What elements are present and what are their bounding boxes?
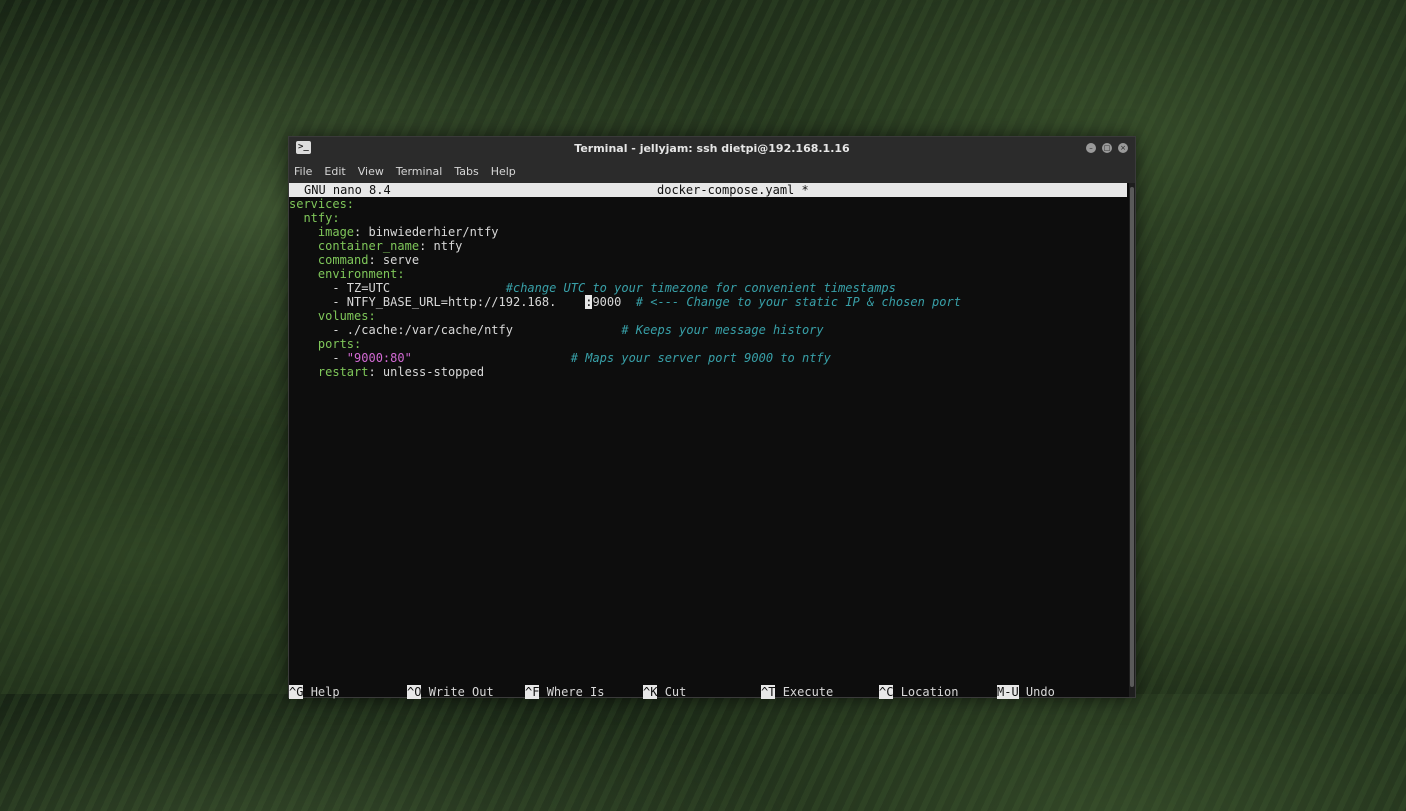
shortcut-help[interactable]: ^G Help	[289, 685, 340, 699]
window-title: Terminal - jellyjam: ssh dietpi@192.168.…	[574, 142, 850, 155]
code-line[interactable]: - "9000:80" # Maps your server port 9000…	[289, 351, 1127, 365]
close-icon[interactable]: ×	[1118, 143, 1128, 153]
code-line[interactable]: image: binwiederhier/ntfy	[289, 225, 1127, 239]
shortcut-where-is[interactable]: ^F Where Is	[525, 685, 604, 699]
nano-header: GNU nano 8.4 docker-compose.yaml *	[289, 183, 1127, 197]
terminal-window[interactable]: >_ Terminal - jellyjam: ssh dietpi@192.1…	[288, 136, 1136, 699]
scrollbar-thumb[interactable]	[1130, 187, 1134, 687]
code-line[interactable]: environment:	[289, 267, 1127, 281]
shortcut-undo[interactable]: M-U Undo	[997, 685, 1055, 699]
code-line[interactable]: - TZ=UTC #change UTC to your timezone fo…	[289, 281, 1127, 295]
nano-version: GNU nano 8.4	[304, 183, 391, 197]
menu-edit[interactable]: Edit	[318, 161, 351, 178]
menu-file[interactable]: File	[289, 161, 318, 178]
code-line[interactable]: container_name: ntfy	[289, 239, 1127, 253]
shortcut-execute[interactable]: ^T Execute	[761, 685, 833, 699]
scrollbar[interactable]	[1129, 183, 1135, 697]
menu-terminal[interactable]: Terminal	[390, 161, 449, 178]
code-line[interactable]: volumes:	[289, 309, 1127, 323]
menu-help[interactable]: Help	[485, 161, 522, 178]
shortcut-location[interactable]: ^C Location	[879, 685, 958, 699]
code-line[interactable]: command: serve	[289, 253, 1127, 267]
code-line[interactable]: restart: unless-stopped	[289, 365, 1127, 379]
nano-shortcut-bar: ^G Help ^O Write Out ^F Where Is ^K Cut …	[289, 685, 1055, 811]
title-bar[interactable]: >_ Terminal - jellyjam: ssh dietpi@192.1…	[289, 137, 1135, 161]
maximize-icon[interactable]: □	[1102, 143, 1112, 153]
code-line[interactable]: services:	[289, 197, 1127, 211]
code-line[interactable]: - NTFY_BASE_URL=http://192.168. :9000 # …	[289, 295, 1127, 309]
nano-editor[interactable]: GNU nano 8.4 docker-compose.yaml * servi…	[289, 183, 1127, 697]
menu-tabs[interactable]: Tabs	[448, 161, 484, 178]
shortcut-write-out[interactable]: ^O Write Out	[407, 685, 494, 699]
menu-view[interactable]: View	[352, 161, 390, 178]
menu-bar: File Edit View Terminal Tabs Help	[289, 161, 1135, 183]
shortcut-cut[interactable]: ^K Cut	[643, 685, 686, 699]
code-line[interactable]: - ./cache:/var/cache/ntfy # Keeps your m…	[289, 323, 1127, 337]
file-name: docker-compose.yaml *	[657, 183, 809, 197]
code-line[interactable]: ports:	[289, 337, 1127, 351]
minimize-icon[interactable]: –	[1086, 143, 1096, 153]
code-line[interactable]: ntfy:	[289, 211, 1127, 225]
